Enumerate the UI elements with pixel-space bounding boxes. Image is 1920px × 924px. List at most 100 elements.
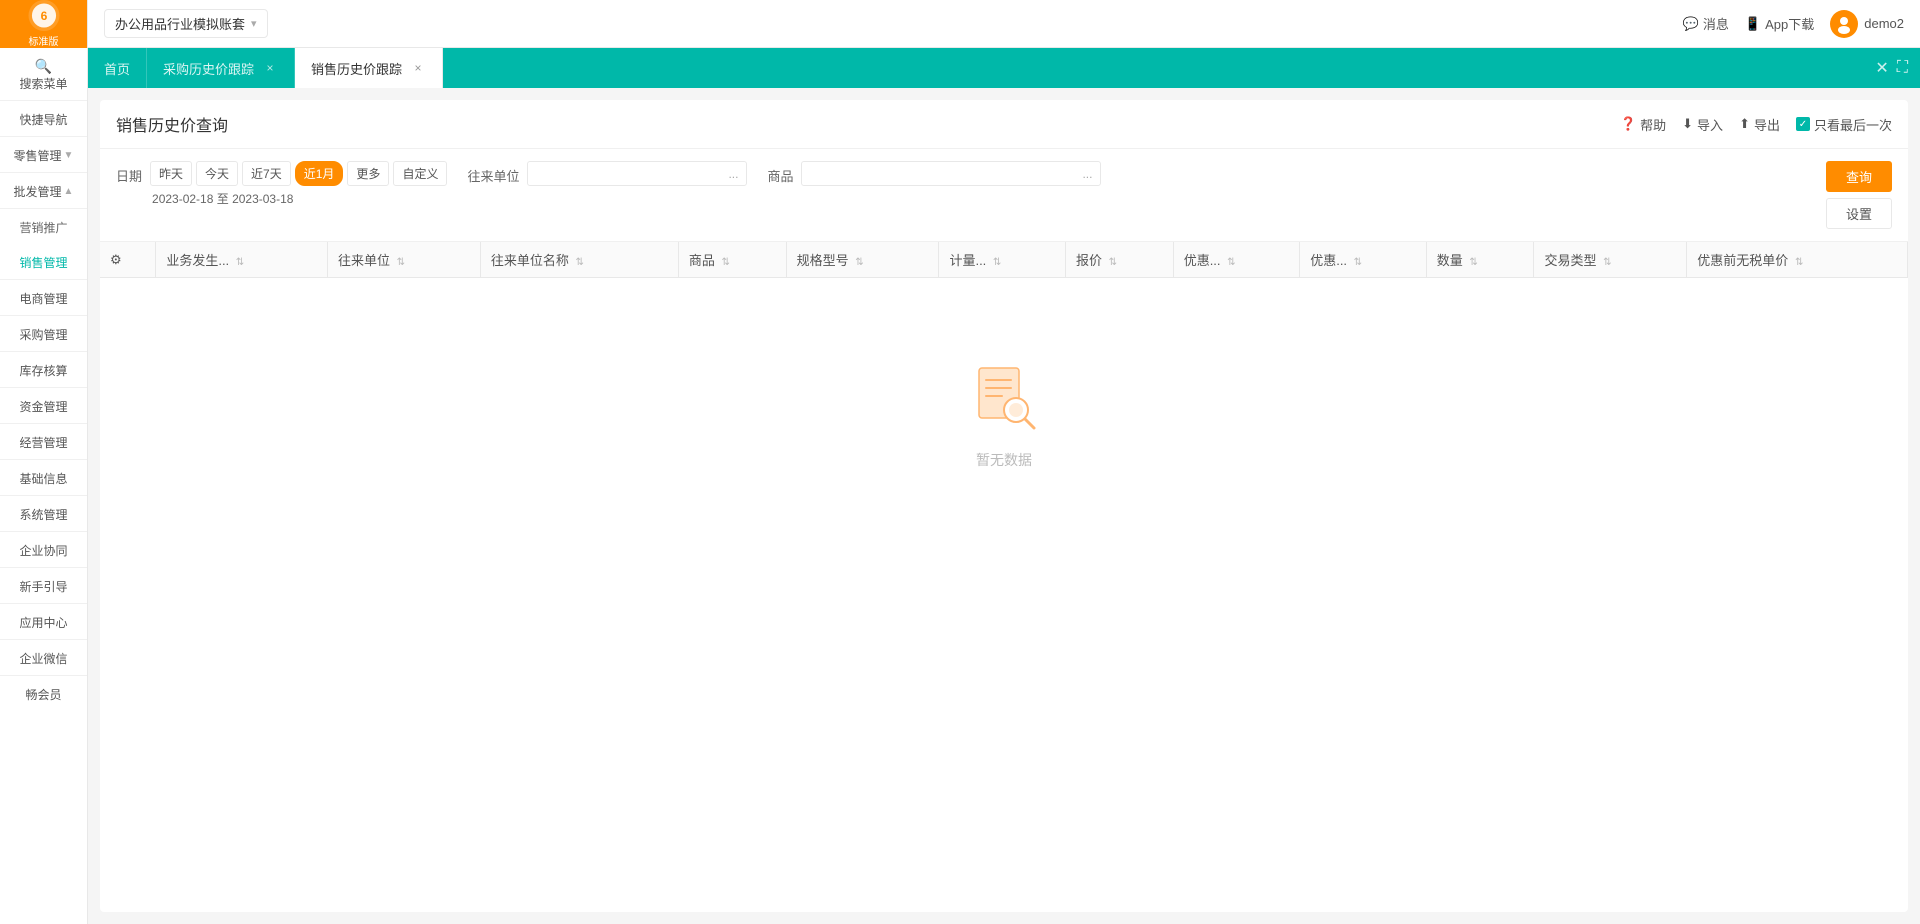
tab-bar: 首页 采购历史价跟踪 × 销售历史价跟踪 × ✕ ⛶ — [88, 48, 1920, 88]
sidebar-item-base-info[interactable]: 基础信息 — [0, 460, 87, 495]
product-input[interactable] — [810, 166, 1074, 181]
counterpart-filter-label: 往来单位 — [467, 161, 519, 185]
logo-icon: 6 — [26, 0, 62, 31]
sidebar-item-members[interactable]: 畅会员 — [0, 676, 87, 711]
wholesale-arrow-icon: ▲ — [64, 186, 74, 197]
col-quantity[interactable]: 数量 ⇅ — [1426, 242, 1534, 278]
sidebar: 6 标准版 🔍 搜索菜单 快捷导航 零售管理 ▼ 批发管理 ▲ 营销推广 销售管… — [0, 0, 88, 924]
sidebar-item-enterprise[interactable]: 企业协同 — [0, 532, 87, 567]
date-btn-today[interactable]: 今天 — [196, 161, 238, 186]
tab-fullscreen-icon[interactable]: ⛶ — [1897, 59, 1908, 77]
tab-purchase-history[interactable]: 采购历史价跟踪 × — [147, 48, 295, 88]
only-last-checkbox[interactable] — [1796, 117, 1810, 131]
product-input-group: ... — [801, 161, 1101, 186]
product-filter-label: 商品 — [767, 161, 793, 185]
empty-icon — [964, 358, 1044, 438]
settings-button[interactable]: 设置 — [1826, 198, 1892, 229]
tab-sales-history-close[interactable]: × — [410, 60, 426, 76]
col-quoted-price[interactable]: 报价 ⇅ — [1065, 242, 1173, 278]
tab-bar-actions: ✕ ⛶ — [1875, 58, 1920, 78]
only-last-checkbox-label[interactable]: 只看最后一次 — [1796, 115, 1892, 134]
export-button[interactable]: ⬆ 导出 — [1739, 115, 1780, 134]
retail-arrow-icon: ▼ — [64, 150, 74, 161]
help-button[interactable]: ❓ 帮助 — [1620, 115, 1666, 134]
page-title-bar: 销售历史价查询 ❓ 帮助 ⬇ 导入 ⬆ 导出 — [100, 100, 1908, 149]
sidebar-item-ecommerce[interactable]: 电商管理 — [0, 280, 87, 315]
filter-action-buttons: 查询 设置 — [1826, 161, 1892, 229]
counterpart-filter-group: 往来单位 ... — [467, 161, 747, 186]
tab-purchase-history-label: 采购历史价跟踪 — [163, 59, 254, 78]
user-menu[interactable]: demo2 — [1830, 10, 1904, 38]
counterpart-input[interactable] — [536, 166, 720, 181]
app-download-button[interactable]: 📱 App下载 — [1745, 14, 1814, 33]
message-button[interactable]: 💬 消息 — [1683, 14, 1729, 33]
tab-close-all-icon[interactable]: ✕ — [1875, 58, 1888, 78]
tab-home-label: 首页 — [104, 59, 130, 78]
content-area: 销售历史价查询 ❓ 帮助 ⬇ 导入 ⬆ 导出 — [88, 88, 1920, 924]
date-btn-yesterday[interactable]: 昨天 — [150, 161, 192, 186]
page-title-actions: ❓ 帮助 ⬇ 导入 ⬆ 导出 只看最后一次 — [1620, 115, 1892, 134]
page-title: 销售历史价查询 — [116, 112, 228, 136]
sidebar-item-operations[interactable]: 经营管理 — [0, 424, 87, 459]
empty-text: 暂无数据 — [976, 450, 1032, 470]
sort-icon-transaction-type: ⇅ — [1603, 257, 1611, 268]
sidebar-item-finance[interactable]: 资金管理 — [0, 388, 87, 423]
sidebar-item-retail[interactable]: 零售管理 ▼ — [0, 137, 87, 172]
sort-icon-business-date: ⇅ — [236, 257, 244, 268]
app-download-icon: 📱 — [1745, 16, 1761, 32]
sort-icon-pre-tax-price: ⇅ — [1795, 257, 1803, 268]
tab-sales-history[interactable]: 销售历史价跟踪 × — [295, 48, 443, 88]
table-container: ⚙ 业务发生... ⇅ 往来单位 ⇅ 往来单位名称 — [100, 242, 1908, 550]
product-more-icon[interactable]: ... — [1082, 167, 1092, 181]
sort-icon-product: ⇅ — [722, 257, 730, 268]
tab-purchase-history-close[interactable]: × — [262, 60, 278, 76]
sidebar-item-wechat[interactable]: 企业微信 — [0, 640, 87, 675]
sidebar-item-sales-mgmt[interactable]: 销售管理 — [0, 244, 87, 279]
top-header-right: 💬 消息 📱 App下载 demo2 — [1683, 10, 1904, 38]
chevron-down-icon: ▾ — [251, 17, 257, 30]
date-btn-7days[interactable]: 近7天 — [242, 161, 291, 186]
import-icon: ⬇ — [1682, 116, 1693, 132]
user-name: demo2 — [1864, 16, 1904, 31]
col-pre-tax-price[interactable]: 优惠前无税单价 ⇅ — [1687, 242, 1908, 278]
col-business-date[interactable]: 业务发生... ⇅ — [156, 242, 328, 278]
date-btn-more[interactable]: 更多 — [347, 161, 389, 186]
main-area: 办公用品行业模拟账套 ▾ 💬 消息 📱 App下载 demo2 首页 — [88, 0, 1920, 924]
col-counterpart-code[interactable]: 往来单位 ⇅ — [328, 242, 481, 278]
col-unit[interactable]: 计量... ⇅ — [939, 242, 1066, 278]
sidebar-logo[interactable]: 6 标准版 — [0, 0, 87, 48]
sidebar-item-marketing[interactable]: 营销推广 — [0, 209, 87, 244]
col-discount1[interactable]: 优惠... ⇅ — [1173, 242, 1300, 278]
tab-home[interactable]: 首页 — [88, 48, 147, 88]
sidebar-item-search[interactable]: 🔍 搜索菜单 — [0, 48, 87, 100]
sort-icon-discount1: ⇅ — [1227, 257, 1235, 268]
sidebar-item-quick-nav[interactable]: 快捷导航 — [0, 101, 87, 136]
col-counterpart-name[interactable]: 往来单位名称 ⇅ — [480, 242, 678, 278]
col-gear[interactable]: ⚙ — [100, 242, 156, 278]
sidebar-item-guide[interactable]: 新手引导 — [0, 568, 87, 603]
tab-sales-history-label: 销售历史价跟踪 — [311, 59, 402, 78]
sidebar-item-purchase[interactable]: 采购管理 — [0, 316, 87, 351]
sidebar-item-inventory[interactable]: 库存核算 — [0, 352, 87, 387]
date-btn-1month[interactable]: 近1月 — [295, 161, 344, 186]
date-btn-custom[interactable]: 自定义 — [393, 161, 447, 186]
import-button[interactable]: ⬇ 导入 — [1682, 115, 1723, 134]
app-selector[interactable]: 办公用品行业模拟账套 ▾ — [104, 9, 268, 38]
date-buttons: 昨天 今天 近7天 近1月 更多 自定义 — [150, 161, 447, 186]
filter-bar: 日期 昨天 今天 近7天 近1月 更多 自定义 2023-02-18 至 202… — [100, 149, 1908, 242]
sidebar-item-wholesale[interactable]: 批发管理 ▲ — [0, 173, 87, 208]
query-button[interactable]: 查询 — [1826, 161, 1892, 192]
sort-icon-spec: ⇅ — [855, 257, 863, 268]
sort-icon-counterpart-name: ⇅ — [576, 257, 584, 268]
col-discount2[interactable]: 优惠... ⇅ — [1300, 242, 1427, 278]
date-filter-group: 日期 昨天 今天 近7天 近1月 更多 自定义 2023-02-18 至 202… — [116, 161, 447, 207]
data-table: ⚙ 业务发生... ⇅ 往来单位 ⇅ 往来单位名称 — [100, 242, 1908, 278]
col-transaction-type[interactable]: 交易类型 ⇅ — [1534, 242, 1687, 278]
sidebar-item-system[interactable]: 系统管理 — [0, 496, 87, 531]
counterpart-more-icon[interactable]: ... — [728, 167, 738, 181]
sidebar-logo-text: 标准版 — [29, 33, 59, 48]
col-product[interactable]: 商品 ⇅ — [678, 242, 786, 278]
sidebar-item-app-center[interactable]: 应用中心 — [0, 604, 87, 639]
col-spec[interactable]: 规格型号 ⇅ — [786, 242, 939, 278]
page-card: 销售历史价查询 ❓ 帮助 ⬇ 导入 ⬆ 导出 — [100, 100, 1908, 912]
